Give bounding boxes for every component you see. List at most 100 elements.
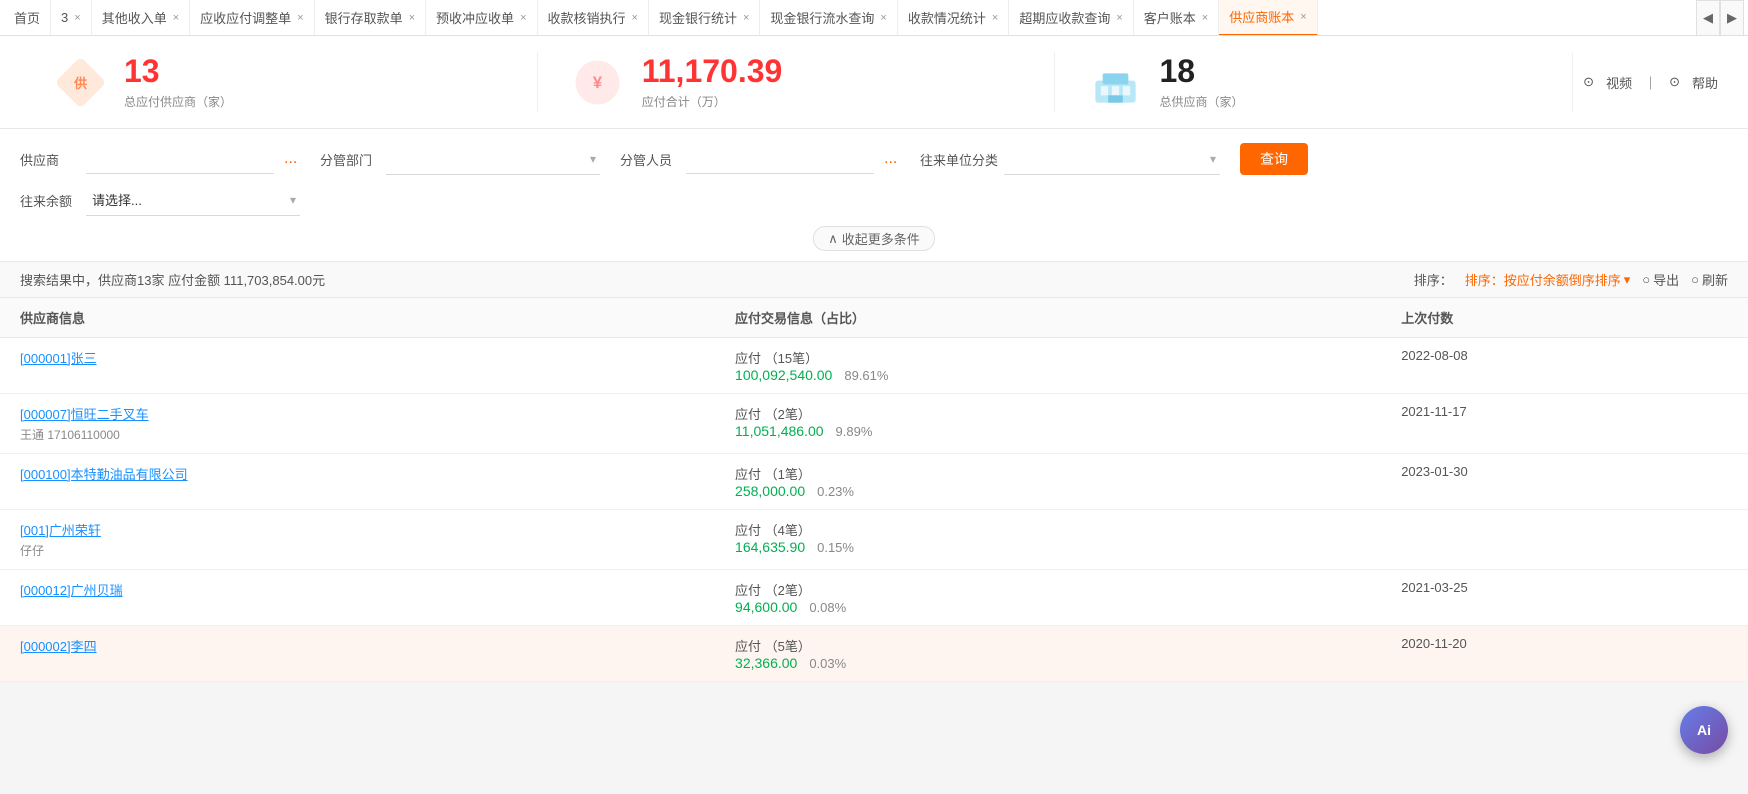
supplier-link[interactable]: [001]广州荣轩: [20, 523, 101, 538]
filter-row-2: 往来余额 请选择... ▾: [20, 185, 1728, 216]
supplier-info-cell: [000012]广州贝瑞: [0, 570, 715, 626]
total-suppliers-number: 18: [1159, 54, 1243, 89]
refresh-btn[interactable]: ○ 刷新: [1691, 270, 1728, 289]
amount-value: 32,366.00: [735, 655, 797, 671]
top-right-links: ⊙ 视频 ｜ ⊙ 帮助: [1573, 52, 1728, 112]
close-tab-receipt-stat[interactable]: ×: [992, 12, 998, 24]
person-dots-btn[interactable]: ...: [880, 150, 901, 168]
divider: ｜: [1644, 73, 1657, 92]
tx-info-cell: 应付 （5笔）32,366.00 0.03%: [715, 626, 1381, 682]
tx-label: 应付 （4笔）: [735, 520, 1361, 539]
filter-supplier: 供应商 ...: [20, 144, 300, 174]
table-row: [000002]李四应付 （5笔）32,366.000.03%2020-11-2…: [0, 626, 1748, 682]
percent-value: 9.89%: [836, 424, 873, 439]
percent-value: 0.03%: [809, 656, 846, 671]
last-pay-date-cell: 2021-03-25: [1381, 570, 1748, 626]
close-tab-customer-ledger[interactable]: ×: [1202, 12, 1208, 24]
nav-tab-adjust[interactable]: 应收应付调整单 ×: [190, 0, 314, 36]
nav-tab-prepay[interactable]: 预收冲应收单 ×: [426, 0, 537, 36]
supplier-label: 供应商: [20, 150, 80, 169]
result-actions: 排序： 排序：按应付余额倒序排序 ▾ ○ 导出 ○ 刷新: [1414, 270, 1728, 289]
tx-amount-row: 11,051,486.00 9.89%: [735, 423, 1361, 439]
tx-amount-row: 94,600.00 0.08%: [735, 599, 1361, 615]
close-tab-cash-stat[interactable]: ×: [743, 12, 749, 24]
table-row: [000007]恒旺二手叉车王通 17106110000应付 （2笔）11,05…: [0, 394, 1748, 454]
nav-tab-3[interactable]: 3 ×: [51, 0, 92, 36]
summary-bar: 供 13 总应付供应商（家） ¥ 11,170.39 应付合计（万）: [0, 36, 1748, 129]
col-header-tx: 应付交易信息（占比）: [715, 298, 1381, 338]
result-bar: 搜索结果中，供应商13家 应付金额 111,703,854.00元 排序： 排序…: [0, 262, 1748, 298]
help-link[interactable]: 帮助: [1692, 73, 1718, 92]
export-icon: ○: [1642, 272, 1650, 287]
ai-button[interactable]: Ai: [1680, 706, 1728, 754]
nav-tab-bank[interactable]: 银行存取款单 ×: [315, 0, 426, 36]
result-info: 搜索结果中，供应商13家 应付金额 111,703,854.00元: [20, 270, 325, 289]
tx-label: 应付 （5笔）: [735, 636, 1361, 655]
close-tab-supplier-ledger[interactable]: ×: [1300, 11, 1306, 23]
supplier-info-cell: [001]广州荣轩仔仔: [0, 510, 715, 570]
percent-value: 0.08%: [809, 600, 846, 615]
nav-prev-arrow[interactable]: ◀: [1696, 0, 1720, 36]
balance-select[interactable]: 请选择...: [86, 185, 300, 215]
close-tab-adjust[interactable]: ×: [297, 12, 303, 24]
filter-person: 分管人员 ...: [620, 144, 900, 174]
collapse-icon: ∧: [828, 231, 838, 247]
supplier-link[interactable]: [000001]张三: [20, 351, 97, 366]
last-pay-date-cell: 2023-01-30: [1381, 454, 1748, 510]
percent-value: 0.23%: [817, 484, 854, 499]
supplier-info-cell: [000002]李四: [0, 626, 715, 682]
dept-select[interactable]: [386, 144, 600, 174]
close-tab-prepay[interactable]: ×: [520, 12, 526, 24]
supplier-link[interactable]: [000100]本特勤油品有限公司: [20, 467, 188, 482]
sort-select[interactable]: 排序：按应付余额倒序排序 ▾: [1465, 270, 1631, 289]
balance-label: 往来余额: [20, 191, 80, 210]
export-btn[interactable]: ○ 导出: [1642, 270, 1679, 289]
video-link[interactable]: 视频: [1606, 73, 1632, 92]
table-wrap: 供应商信息 应付交易信息（占比） 上次付数 [000001]张三应付 （15笔）…: [0, 298, 1748, 682]
nav-tab-supplier-ledger[interactable]: 供应商账本 ×: [1219, 0, 1317, 36]
amount-value: 11,051,486.00: [735, 423, 824, 439]
category-select[interactable]: [1004, 144, 1220, 174]
last-pay-date-cell: 2022-08-08: [1381, 338, 1748, 394]
nav-tab-cash-stat[interactable]: 现金银行统计 ×: [649, 0, 760, 36]
nav-tab-customer-ledger[interactable]: 客户账本 ×: [1134, 0, 1219, 36]
collapse-button[interactable]: ∧ 收起更多条件: [813, 226, 935, 251]
svg-text:供: 供: [73, 76, 87, 91]
col-header-supplier: 供应商信息: [0, 298, 715, 338]
amount-value: 100,092,540.00: [735, 367, 832, 383]
nav-tab-home[interactable]: 首页: [4, 0, 51, 36]
nav-tab-overdue[interactable]: 超期应收款查询 ×: [1009, 0, 1133, 36]
close-tab-cash-flow[interactable]: ×: [880, 12, 886, 24]
close-tab-overdue[interactable]: ×: [1116, 12, 1122, 24]
person-input[interactable]: [686, 144, 874, 174]
svg-text:¥: ¥: [593, 74, 603, 92]
last-pay-date-cell: 2021-11-17: [1381, 394, 1748, 454]
total-suppliers-icon: [1085, 52, 1145, 112]
tx-label: 应付 （2笔）: [735, 580, 1361, 599]
close-tab-other-income[interactable]: ×: [173, 12, 179, 24]
nav-tab-collect[interactable]: 收款核销执行 ×: [538, 0, 649, 36]
sort-arrow-icon: ▾: [1624, 272, 1631, 288]
close-tab-3[interactable]: ×: [74, 12, 80, 24]
category-select-wrap: ▾: [1004, 144, 1220, 175]
total-suppliers-label: 总供应商（家）: [1159, 93, 1243, 110]
tx-amount-row: 164,635.900.15%: [735, 539, 1361, 555]
nav-tab-other-income[interactable]: 其他收入单 ×: [92, 0, 190, 36]
supplier-dots-btn[interactable]: ...: [280, 150, 301, 168]
category-label: 往来单位分类: [920, 150, 998, 169]
sort-label: 排序：: [1414, 270, 1453, 289]
close-tab-bank[interactable]: ×: [409, 12, 415, 24]
summary-card-total-suppliers: 18 总供应商（家）: [1055, 52, 1573, 112]
supplier-link[interactable]: [000007]恒旺二手叉车: [20, 407, 149, 422]
query-button[interactable]: 查询: [1240, 143, 1308, 175]
supplier-link[interactable]: [000002]李四: [20, 639, 97, 654]
supplier-link[interactable]: [000012]广州贝瑞: [20, 583, 123, 598]
close-tab-collect[interactable]: ×: [632, 12, 638, 24]
col-header-last-pay: 上次付数: [1381, 298, 1748, 338]
tx-info-cell: 应付 （1笔）258,000.000.23%: [715, 454, 1381, 510]
nav-next-arrow[interactable]: ▶: [1720, 0, 1744, 36]
nav-tab-cash-flow[interactable]: 现金银行流水查询 ×: [760, 0, 897, 36]
amount-value: 94,600.00: [735, 599, 797, 615]
supplier-input[interactable]: [86, 144, 274, 174]
nav-tab-receipt-stat[interactable]: 收款情况统计 ×: [898, 0, 1009, 36]
